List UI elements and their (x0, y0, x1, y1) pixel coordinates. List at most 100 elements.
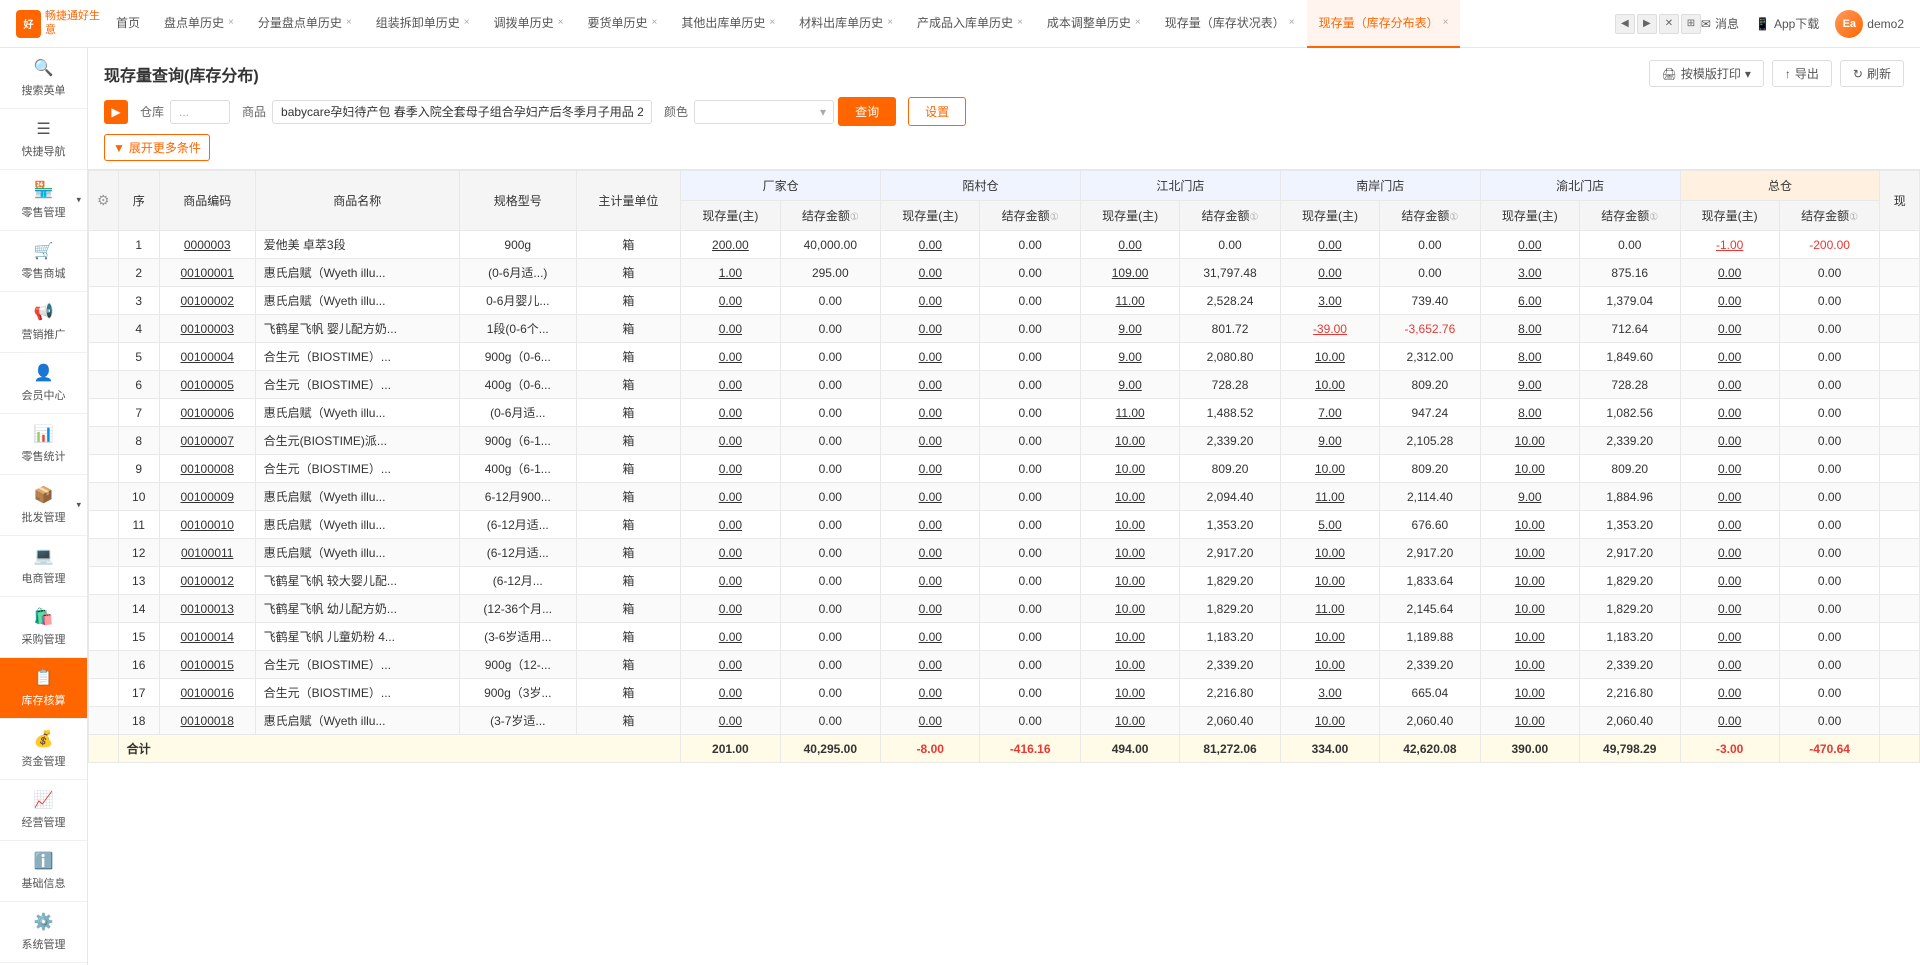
col-na-qty[interactable]: 9.00 (1280, 427, 1379, 455)
col-code[interactable]: 00100011 (159, 539, 255, 567)
col-yb-qty[interactable]: 8.00 (1480, 315, 1579, 343)
col-total-qty[interactable]: 0.00 (1680, 259, 1779, 287)
sidebar-item-基础信息[interactable]: ℹ️ 基础信息 (0, 841, 87, 902)
col-yb-qty[interactable]: 10.00 (1480, 623, 1579, 651)
nav-tab[interactable]: 分量盘点单历史× (246, 0, 364, 48)
sidebar-item-会员中心[interactable]: 👤 会员中心 (0, 353, 87, 414)
col-m-qty[interactable]: 0.00 (881, 595, 980, 623)
prev-tab-arrow[interactable]: ◀ (1615, 14, 1635, 34)
col-jb-qty[interactable]: 11.00 (1080, 399, 1179, 427)
col-total-qty[interactable]: 0.00 (1680, 315, 1779, 343)
tab-close-icon[interactable]: × (1443, 17, 1449, 28)
col-m-qty[interactable]: 0.00 (881, 231, 980, 259)
refresh-btn[interactable]: ↻ 刷新 (1840, 60, 1904, 87)
col-f-qty[interactable]: 0.00 (681, 343, 780, 371)
sidebar-item-快捷导航[interactable]: ☰ 快捷导航 (0, 109, 87, 170)
col-na-qty[interactable]: 11.00 (1280, 483, 1379, 511)
col-m-qty[interactable]: 0.00 (881, 315, 980, 343)
col-yb-qty[interactable]: 10.00 (1480, 455, 1579, 483)
col-total-qty[interactable]: 0.00 (1680, 679, 1779, 707)
col-jb-qty[interactable]: 10.00 (1080, 595, 1179, 623)
col-m-qty[interactable]: 0.00 (881, 371, 980, 399)
nav-tab[interactable]: 盘点单历史× (152, 0, 246, 48)
col-jb-qty[interactable]: 9.00 (1080, 315, 1179, 343)
close-tab-arrow[interactable]: ✕ (1659, 14, 1679, 34)
col-na-qty[interactable]: 0.00 (1280, 231, 1379, 259)
sidebar-item-经营管理[interactable]: 📈 经营管理 (0, 780, 87, 841)
col-total-qty[interactable]: 0.00 (1680, 343, 1779, 371)
col-na-qty[interactable]: 7.00 (1280, 399, 1379, 427)
col-na-qty[interactable]: 0.00 (1280, 259, 1379, 287)
tab-close-icon[interactable]: × (651, 17, 657, 28)
sidebar-item-批发管理[interactable]: 📦 批发管理▾ (0, 475, 87, 536)
m-amt-info-icon[interactable]: ① (1050, 212, 1059, 223)
col-m-qty[interactable]: 0.00 (881, 623, 980, 651)
col-jb-qty[interactable]: 10.00 (1080, 679, 1179, 707)
col-jb-qty[interactable]: 10.00 (1080, 623, 1179, 651)
col-total-qty[interactable]: 0.00 (1680, 287, 1779, 315)
col-na-qty[interactable]: 10.00 (1280, 567, 1379, 595)
f-amt-info-icon[interactable]: ① (850, 212, 859, 223)
col-jb-qty[interactable]: 10.00 (1080, 707, 1179, 735)
sidebar-item-搜索英单[interactable]: 🔍 搜索英单 (0, 48, 87, 109)
col-code[interactable]: 00100015 (159, 651, 255, 679)
col-m-qty[interactable]: 0.00 (881, 427, 980, 455)
col-code[interactable]: 00100001 (159, 259, 255, 287)
col-yb-qty[interactable]: 6.00 (1480, 287, 1579, 315)
col-yb-qty[interactable]: 10.00 (1480, 567, 1579, 595)
goods-input[interactable] (272, 100, 652, 124)
col-f-qty[interactable]: 0.00 (681, 399, 780, 427)
nav-tab[interactable]: 现存量（库存分布表）× (1307, 0, 1461, 48)
col-f-qty[interactable]: 0.00 (681, 707, 780, 735)
col-na-qty[interactable]: 10.00 (1280, 371, 1379, 399)
tab-close-icon[interactable]: × (228, 17, 234, 28)
col-yb-qty[interactable]: 8.00 (1480, 399, 1579, 427)
warehouse-input[interactable] (170, 100, 230, 124)
col-code[interactable]: 00100003 (159, 315, 255, 343)
col-code[interactable]: 00100014 (159, 623, 255, 651)
col-na-qty[interactable]: 10.00 (1280, 539, 1379, 567)
col-f-qty[interactable]: 0.00 (681, 623, 780, 651)
col-m-qty[interactable]: 0.00 (881, 651, 980, 679)
col-total-qty[interactable]: 0.00 (1680, 511, 1779, 539)
col-code[interactable]: 00100002 (159, 287, 255, 315)
col-m-qty[interactable]: 0.00 (881, 511, 980, 539)
col-total-qty[interactable]: 0.00 (1680, 567, 1779, 595)
jb-amt-info-icon[interactable]: ① (1250, 212, 1259, 223)
nav-tab[interactable]: 组装拆卸单历史× (364, 0, 482, 48)
sidebar-item-资金管理[interactable]: 💰 资金管理 (0, 719, 87, 780)
col-total-qty[interactable]: 0.00 (1680, 427, 1779, 455)
col-f-qty[interactable]: 0.00 (681, 455, 780, 483)
col-na-qty[interactable]: 3.00 (1280, 287, 1379, 315)
col-code[interactable]: 00100006 (159, 399, 255, 427)
col-jb-qty[interactable]: 10.00 (1080, 511, 1179, 539)
nav-tab[interactable]: 调拨单历史× (482, 0, 576, 48)
query-btn[interactable]: 查询 (838, 97, 896, 126)
sidebar-item-营销推广[interactable]: 📢 营销推广 (0, 292, 87, 353)
na-amt-info-icon[interactable]: ① (1449, 212, 1458, 223)
col-yb-qty[interactable]: 10.00 (1480, 679, 1579, 707)
nav-tab[interactable]: 要货单历史× (575, 0, 669, 48)
col-f-qty[interactable]: 0.00 (681, 287, 780, 315)
col-yb-qty[interactable]: 10.00 (1480, 595, 1579, 623)
col-jb-qty[interactable]: 10.00 (1080, 483, 1179, 511)
col-f-qty[interactable]: 1.00 (681, 259, 780, 287)
nav-tab[interactable]: 材料出库单历史× (787, 0, 905, 48)
col-yb-qty[interactable]: 9.00 (1480, 483, 1579, 511)
col-code[interactable]: 00100009 (159, 483, 255, 511)
sidebar-item-系统管理[interactable]: ⚙️ 系统管理 (0, 902, 87, 963)
sidebar-item-零售管理[interactable]: 🏪 零售管理▾ (0, 170, 87, 231)
app-download-btn[interactable]: 📱 App下载 (1755, 15, 1819, 32)
col-f-qty[interactable]: 0.00 (681, 539, 780, 567)
nav-tab[interactable]: 其他出库单历史× (669, 0, 787, 48)
col-m-qty[interactable]: 0.00 (881, 483, 980, 511)
col-total-qty[interactable]: -1.00 (1680, 231, 1779, 259)
color-input[interactable] (694, 100, 834, 124)
col-f-qty[interactable]: 0.00 (681, 483, 780, 511)
col-na-qty[interactable]: -39.00 (1280, 315, 1379, 343)
col-f-qty[interactable]: 0.00 (681, 651, 780, 679)
col-na-qty[interactable]: 10.00 (1280, 343, 1379, 371)
col-yb-qty[interactable]: 0.00 (1480, 231, 1579, 259)
tab-close-icon[interactable]: × (1135, 17, 1141, 28)
col-code[interactable]: 00100018 (159, 707, 255, 735)
